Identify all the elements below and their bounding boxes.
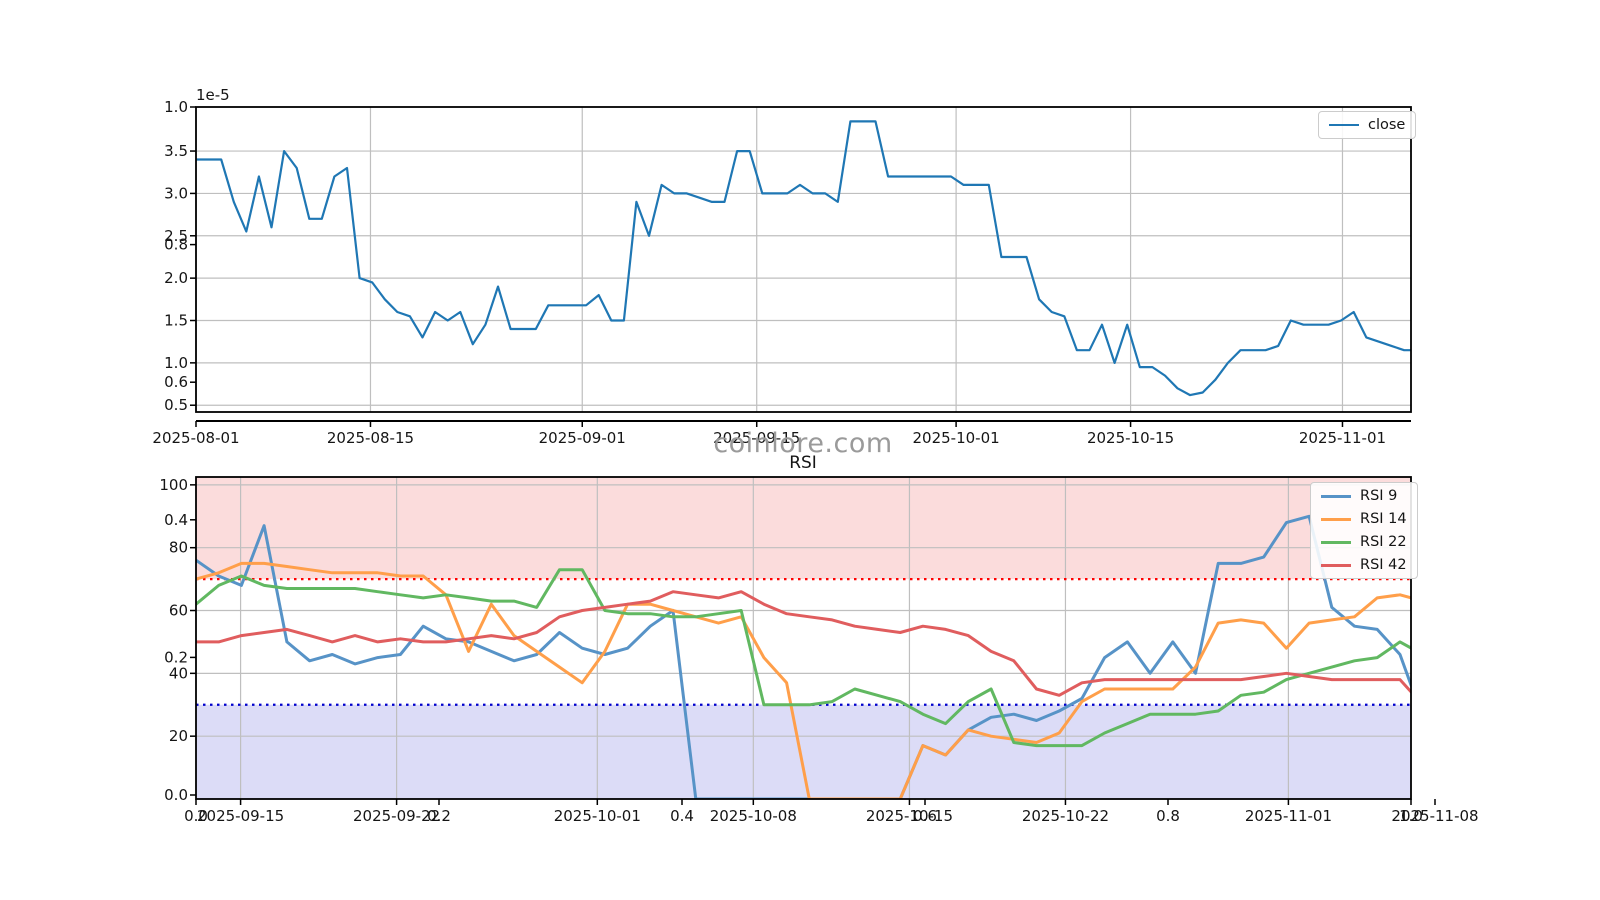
tick-label: 80	[169, 539, 188, 557]
tick-label: 1.0	[164, 98, 188, 116]
legend-line-sample	[1329, 124, 1359, 126]
tick-label: 2025-11-01	[1299, 429, 1386, 447]
tick-label: 1.5	[164, 312, 188, 330]
rsi-chart: 204060801002025-09-15 2025-09-22 2025-10-0…	[159, 476, 1478, 825]
tick-label: 0.2	[164, 648, 188, 666]
tick-label: 0.0	[164, 786, 188, 804]
legend-item: RSI 22	[1321, 534, 1407, 550]
legend-label: RSI 9	[1360, 488, 1398, 504]
tick-label: 100	[159, 476, 188, 494]
tick-label: 0.5	[164, 396, 188, 414]
tick-label: 0.4	[164, 511, 188, 529]
tick-label: 0.6	[913, 807, 937, 825]
legend-item: RSI 14	[1321, 511, 1407, 527]
tick-label: 3.5	[164, 142, 188, 160]
legend-item: RSI 42	[1321, 557, 1407, 573]
tick-label: 2025-08-15	[327, 429, 414, 447]
axis-offset-label: 1e-5	[196, 86, 230, 104]
tick-label: 0.8	[164, 236, 188, 254]
tick-label: 60	[169, 602, 188, 620]
legend-line-sample	[1321, 517, 1351, 521]
tick-label: 2025-11-01	[1245, 807, 1332, 825]
legend-label: close	[1368, 117, 1406, 133]
tick-label: 2025-10-08	[710, 807, 797, 825]
rsi-chart-title: RSI	[789, 453, 817, 473]
tick-label: 2.0	[164, 269, 188, 287]
tick-label: 2025-10-15	[866, 807, 953, 825]
close-line	[196, 120, 1411, 397]
figure: 0.5 1.0 1.5 2.0 2.5 3.0 3.5 2025-08-01 2025-08-1…	[0, 0, 1600, 900]
legend-line-sample	[1321, 494, 1351, 498]
legend-item: RSI 9	[1321, 488, 1407, 504]
tick-label: 2025-08-01	[152, 429, 239, 447]
rsi-42-line	[196, 590, 1411, 697]
rsi-legend: RSI 9 RSI 14 RSI 22 RSI 42	[1310, 482, 1418, 579]
legend-line-sample	[1321, 563, 1351, 567]
tick-label: 0.6	[164, 373, 188, 391]
price-legend: close	[1318, 111, 1417, 139]
tick-label: 1.0	[1399, 807, 1423, 825]
tick-label: 2025-10-01	[554, 807, 641, 825]
tick-label: 2025-10-15	[1087, 429, 1174, 447]
legend-label: RSI 14	[1360, 511, 1407, 527]
legend-line-sample	[1321, 540, 1351, 544]
legend-label: RSI 22	[1360, 534, 1407, 550]
tick-label: 2025-10-22	[1022, 807, 1109, 825]
axes-frame	[195, 106, 1412, 413]
oversold-zone	[196, 704, 1411, 799]
tick-label: 20	[169, 727, 188, 745]
tick-label: 3.0	[164, 184, 188, 202]
tick-label: 1.0	[164, 354, 188, 372]
tick-label: 0.4	[670, 807, 694, 825]
tick-label: 2025-09-15	[197, 807, 284, 825]
tick-label: 0.0	[184, 807, 208, 825]
price-chart: 0.51.01.52.02.53.03.52025-08-01 2025-08-1…	[152, 86, 1412, 447]
legend-item: close	[1329, 117, 1405, 133]
tick-label: 0.8	[1156, 807, 1180, 825]
tick-label: 40	[169, 664, 188, 682]
legend-label: RSI 42	[1360, 557, 1407, 573]
tick-label: 0.2	[427, 807, 451, 825]
